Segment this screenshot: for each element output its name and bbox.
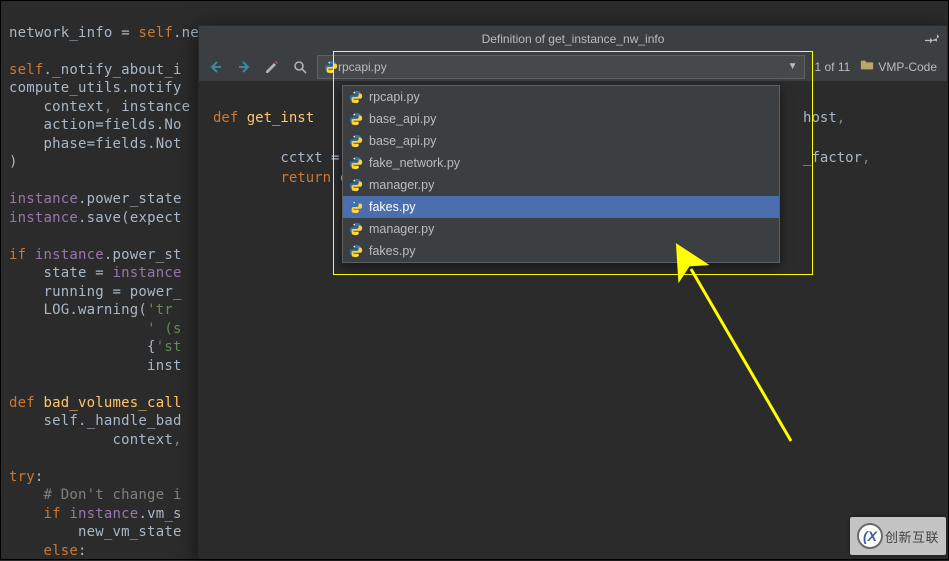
python-file-icon: [349, 156, 363, 170]
code-line: ): [9, 154, 18, 170]
show-usages-button[interactable]: [289, 56, 311, 78]
python-file-icon: [349, 134, 363, 148]
result-counter: 1 of 11: [811, 60, 855, 74]
popup-toolbar: rpcapi.py ▼ 1 of 11 VMP-Code: [199, 52, 947, 82]
dropdown-item[interactable]: base_api.py: [343, 108, 779, 130]
dropdown-item-label: base_api.py: [369, 134, 436, 148]
watermark: (X 创新互联: [850, 517, 946, 555]
code-line: action=fields.No: [9, 117, 182, 133]
dropdown-item-label: base_api.py: [369, 112, 436, 126]
code-line: if instance.power_st: [9, 247, 182, 263]
code-line: inst: [9, 358, 182, 374]
python-file-icon: [349, 200, 363, 214]
code-line: if instance.vm_s: [9, 506, 182, 522]
edit-source-button[interactable]: [261, 56, 283, 78]
code-line: self._handle_bad: [9, 413, 182, 429]
popup-titlebar[interactable]: Definition of get_instance_nw_info: [199, 26, 947, 52]
code-line: LOG.warning('tr: [9, 302, 173, 318]
dropdown-item[interactable]: base_api.py: [343, 130, 779, 152]
folder-icon: [860, 58, 874, 75]
dropdown-item-label: rpcapi.py: [369, 90, 420, 104]
python-file-icon: [324, 60, 338, 74]
nav-back-button[interactable]: [205, 56, 227, 78]
dropdown-item-label: manager.py: [369, 178, 434, 192]
dropdown-item-label: manager.py: [369, 222, 434, 236]
code-line: return c: [213, 170, 348, 186]
code-line: instance.save(expect: [9, 210, 182, 226]
code-line: instance.power_state: [9, 191, 182, 207]
dropdown-item-label: fakes.py: [369, 244, 416, 258]
dropdown-item[interactable]: rpcapi.py: [343, 86, 779, 108]
file-dropdown[interactable]: rpcapi.py base_api.py base_api.py fake_netw…: [342, 85, 780, 263]
code-line: ' (s: [9, 321, 182, 337]
dropdown-item[interactable]: fakes.py: [343, 240, 779, 262]
dropdown-item-label: fake_network.py: [369, 156, 460, 170]
dropdown-item[interactable]: fakes.py: [343, 196, 779, 218]
code-line: running = power_: [9, 284, 182, 300]
nav-forward-button[interactable]: [233, 56, 255, 78]
code-line: phase=fields.Not: [9, 136, 182, 152]
dropdown-item[interactable]: manager.py: [343, 218, 779, 240]
code-line: new_vm_state: [9, 524, 182, 540]
watermark-text: 创新互联: [885, 527, 939, 546]
breadcrumb-label: VMP-Code: [878, 60, 937, 74]
python-file-icon: [349, 222, 363, 236]
breadcrumb[interactable]: VMP-Code: [860, 58, 941, 75]
file-selector[interactable]: rpcapi.py ▼: [317, 55, 805, 79]
pin-icon[interactable]: [925, 31, 939, 48]
watermark-logo: (X: [857, 523, 883, 549]
chevron-down-icon: ▼: [788, 61, 798, 72]
code-line: else:: [9, 543, 87, 559]
selected-file-label: rpcapi.py: [338, 60, 387, 74]
python-file-icon: [349, 178, 363, 192]
popup-title: Definition of get_instance_nw_info: [482, 32, 665, 46]
code-line: # Don't change i: [9, 487, 182, 503]
python-file-icon: [349, 112, 363, 126]
python-file-icon: [349, 90, 363, 104]
code-line: {'st: [9, 339, 182, 355]
python-file-icon: [349, 244, 363, 258]
code-line: context, instance: [9, 99, 190, 115]
code-line: try:: [9, 469, 44, 485]
code-line: state = instance: [9, 265, 182, 281]
dropdown-item[interactable]: manager.py: [343, 174, 779, 196]
code-line: compute_utils.notify: [9, 80, 182, 96]
code-line: self._notify_about_i: [9, 62, 182, 78]
dropdown-item[interactable]: fake_network.py: [343, 152, 779, 174]
code-line: def bad_volumes_call: [9, 395, 182, 411]
code-line: context,: [9, 432, 182, 448]
dropdown-item-label: fakes.py: [369, 200, 416, 214]
